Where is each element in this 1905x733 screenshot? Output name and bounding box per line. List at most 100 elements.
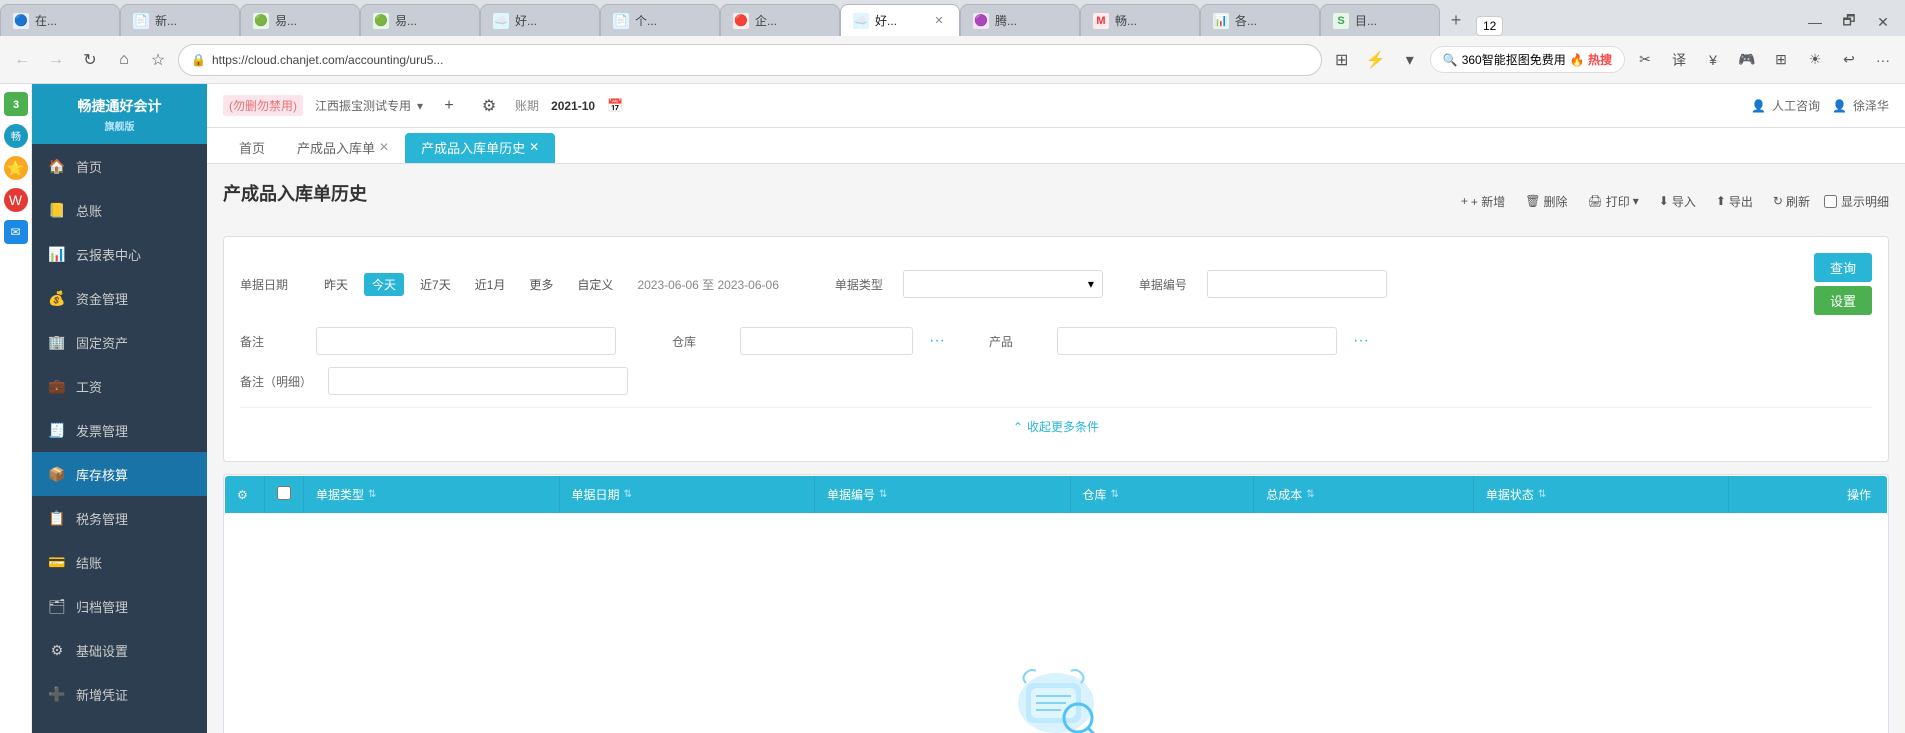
sidebar-item-invoice[interactable]: 🧾 发票管理	[32, 408, 207, 452]
user-consult[interactable]: 👤 人工咨询	[1751, 97, 1820, 114]
sidebar-item-tax[interactable]: 📋 税务管理	[32, 496, 207, 540]
detail-checkbox-input[interactable]	[1824, 195, 1837, 208]
tab-close-t8[interactable]: ✕	[931, 13, 947, 29]
more-icon[interactable]: ···	[1869, 46, 1897, 74]
apps-icon[interactable]: ⊞	[1767, 46, 1795, 74]
date-btn-1month[interactable]: 近1月	[467, 273, 514, 296]
search-box[interactable]: 🔍 360智能抠图免费用 🔥 热搜	[1430, 46, 1625, 73]
lightning-button[interactable]: ⚡	[1362, 46, 1390, 74]
tab-t8[interactable]: ☁️ 好... ✕	[840, 4, 960, 36]
tab-t5[interactable]: ☁️ 好...	[480, 4, 600, 36]
app-icon-360[interactable]: 3	[4, 92, 28, 116]
th-cost[interactable]: 总成本 ⇅	[1254, 476, 1474, 514]
tab-t6[interactable]: 📄 个...	[600, 4, 720, 36]
minimize-button[interactable]: —	[1801, 8, 1829, 36]
sidebar-item-settings[interactable]: ⚙ 基础设置	[32, 628, 207, 672]
dropdown-button[interactable]: ▾	[1396, 46, 1424, 74]
sidebar-item-ledger[interactable]: 📒 总账	[32, 188, 207, 232]
currency-icon[interactable]: ¥	[1699, 46, 1727, 74]
tab-t2[interactable]: 📄 新...	[120, 4, 240, 36]
address-input[interactable]: 🔒 https://cloud.chanjet.com/accounting/u…	[178, 44, 1322, 76]
tab-t11[interactable]: 📊 各...	[1200, 4, 1320, 36]
add-button[interactable]: + + 新增	[1455, 190, 1511, 213]
export-button[interactable]: ⬆ 导出	[1710, 190, 1759, 213]
sidebar-item-payroll[interactable]: 💼 工资	[32, 364, 207, 408]
th-status[interactable]: 单据状态 ⇅	[1473, 476, 1729, 514]
th-checkbox[interactable]	[265, 476, 304, 514]
warehouse-input[interactable]	[740, 327, 913, 355]
refresh-page-button[interactable]: ↻ 刷新	[1767, 190, 1816, 213]
query-button[interactable]: 查询	[1814, 253, 1872, 282]
type-select[interactable]: ▾	[903, 270, 1103, 298]
add-company-button[interactable]: +	[435, 92, 463, 120]
maximize-button[interactable]: 🗗	[1835, 8, 1863, 36]
bookmark-button[interactable]: ☆	[144, 46, 172, 74]
company-select[interactable]: 江西振宝测试专用 ▾	[315, 97, 423, 114]
tab-t7[interactable]: 🔴 企...	[720, 4, 840, 36]
translate-icon[interactable]: 译	[1665, 46, 1693, 74]
select-all-checkbox[interactable]	[277, 486, 291, 500]
refresh-browser-button[interactable]: ↻	[76, 46, 104, 74]
th-date[interactable]: 单据日期 ⇅	[559, 476, 815, 514]
detail-note-input[interactable]	[328, 367, 628, 395]
user-avatar[interactable]: 👤 徐泽华	[1832, 97, 1889, 114]
sidebar-item-archive[interactable]: 🗂 归档管理	[32, 584, 207, 628]
tab-t4[interactable]: 🟢 易...	[360, 4, 480, 36]
import-button[interactable]: ⬇ 导入	[1653, 190, 1702, 213]
tab-t12[interactable]: S 目...	[1320, 4, 1440, 36]
sidebar-item-fund[interactable]: 💰 资金管理	[32, 276, 207, 320]
forward-button[interactable]: →	[42, 46, 70, 74]
sidebar-item-report[interactable]: 📊 云报表中心	[32, 232, 207, 276]
tab-t10[interactable]: M 畅...	[1080, 4, 1200, 36]
note-input[interactable]	[316, 327, 616, 355]
app-icon-weibo[interactable]: W	[4, 188, 28, 212]
date-btn-yesterday[interactable]: 昨天	[316, 273, 356, 296]
app-icon-star[interactable]: ⭐	[4, 156, 28, 180]
delete-button[interactable]: 🗑 删除	[1519, 190, 1573, 213]
date-btn-7days[interactable]: 近7天	[412, 273, 459, 296]
sidebar-item-inventory[interactable]: 📦 库存核算	[32, 452, 207, 496]
print-button[interactable]: 🖨 打印 ▾	[1581, 190, 1644, 213]
sidebar-item-home[interactable]: 🏠 首页	[32, 144, 207, 188]
new-tab-button[interactable]: +	[1440, 4, 1472, 36]
sidebar-item-asset[interactable]: 🏢 固定资产	[32, 320, 207, 364]
brightness-icon[interactable]: ☀	[1801, 46, 1829, 74]
product-dots[interactable]: ···	[1345, 332, 1377, 350]
th-no[interactable]: 单据编号 ⇅	[815, 476, 1071, 514]
scissors-icon[interactable]: ✂	[1631, 46, 1659, 74]
undo-icon[interactable]: ↩	[1835, 46, 1863, 74]
app-icon-chanjet[interactable]: 畅	[4, 124, 28, 148]
tab-t9[interactable]: 🟣 腾...	[960, 4, 1080, 36]
show-detail-checkbox[interactable]: 显示明细	[1824, 193, 1889, 210]
breadcrumb-list[interactable]: 产成品入库单 ✕	[281, 133, 405, 163]
tab-t1[interactable]: 🔵 在...	[0, 4, 120, 36]
warehouse-dots[interactable]: ···	[921, 332, 953, 350]
date-btn-custom[interactable]: 自定义	[569, 273, 621, 296]
th-gear[interactable]: ⚙	[225, 476, 265, 514]
gamepad-icon[interactable]: 🎮	[1733, 46, 1761, 74]
calendar-icon[interactable]: 📅	[607, 98, 623, 114]
breadcrumb-home[interactable]: 首页	[223, 133, 281, 163]
grid-view-button[interactable]: ⊞	[1328, 46, 1356, 74]
settings-topbar-button[interactable]: ⚙	[475, 92, 503, 120]
product-input[interactable]	[1057, 327, 1337, 355]
app-icon-mail[interactable]: ✉	[4, 220, 28, 244]
th-date-label: 单据日期	[572, 486, 620, 503]
close-button[interactable]: ✕	[1869, 8, 1897, 36]
tab-t3[interactable]: 🟢 易...	[240, 4, 360, 36]
setting-button[interactable]: 设置	[1814, 286, 1872, 315]
date-btn-more[interactable]: 更多	[521, 273, 561, 296]
breadcrumb-history[interactable]: 产成品入库单历史 ✕	[405, 133, 555, 163]
home-browser-button[interactable]: ⌂	[110, 46, 138, 74]
sidebar-item-checkout[interactable]: 💳 结账	[32, 540, 207, 584]
content-area: (勿删勿禁用) 江西振宝测试专用 ▾ + ⚙ 账期 2021-10 📅 👤 人工…	[207, 84, 1905, 733]
bc-list-close[interactable]: ✕	[379, 140, 389, 154]
th-type[interactable]: 单据类型 ⇅	[304, 476, 560, 514]
sidebar-item-new-voucher[interactable]: ➕ 新增凭证	[32, 672, 207, 716]
bc-history-close[interactable]: ✕	[529, 140, 539, 154]
th-warehouse[interactable]: 仓库 ⇅	[1070, 476, 1254, 514]
date-btn-today[interactable]: 今天	[364, 273, 404, 296]
back-button[interactable]: ←	[8, 46, 36, 74]
docno-input[interactable]	[1207, 270, 1387, 298]
collapse-button[interactable]: ⌃ 收起更多条件	[1009, 414, 1103, 439]
